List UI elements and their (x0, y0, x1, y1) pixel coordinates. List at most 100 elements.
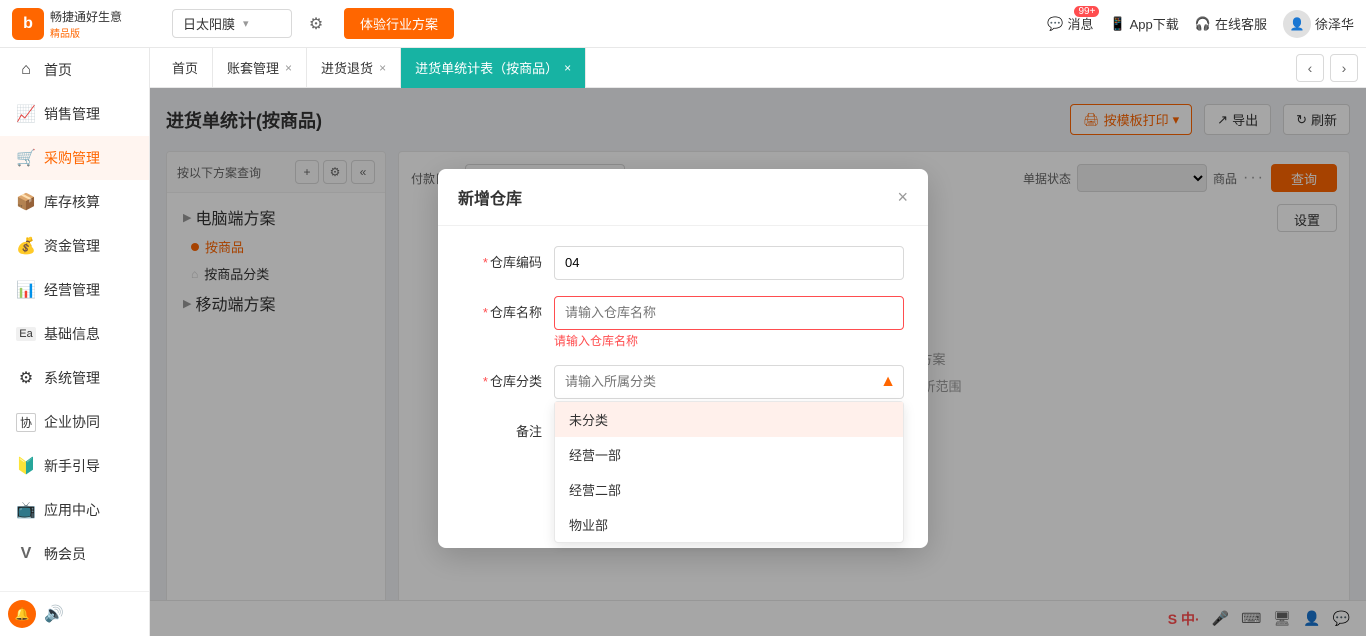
category-label: 仓库分类 (462, 365, 542, 390)
content-area: 首页 账套管理 × 进货退货 × 进货单统计表（按商品） × ‹ › (150, 48, 1366, 636)
category-field-row: 仓库分类 ▲ 未分类 经营一部 经营二部 物业部 (462, 365, 904, 399)
avatar: 👤 (1283, 10, 1311, 38)
tab-bar-right: ‹ › (1296, 54, 1358, 82)
sidebar-label-home: 首页 (44, 60, 72, 80)
main-layout: ⌂ 首页 📈 销售管理 🛒 采购管理 📦 库存核算 💰 资金管理 📊 经营管理 … (0, 48, 1366, 636)
sidebar-label-app-center: 应用中心 (44, 500, 100, 520)
dropdown-item-ops1[interactable]: 经营一部 (555, 437, 903, 472)
sidebar-item-basic-info[interactable]: Ea 基础信息 (0, 312, 149, 356)
tab-purchase-return-close[interactable]: × (379, 61, 386, 75)
sidebar-item-app-center[interactable]: 📺 应用中心 (0, 488, 149, 532)
sidebar-label-sales: 销售管理 (44, 104, 100, 124)
name-label: 仓库名称 (462, 296, 542, 321)
sidebar-bottom-icon[interactable]: 🔔 (8, 600, 36, 628)
headset-icon: 🎧 (1195, 16, 1211, 32)
inventory-icon: 📦 (16, 192, 36, 212)
dropdown-item-ops2[interactable]: 经营二部 (555, 472, 903, 507)
logo-area: b 畅捷通好生意 精品版 (12, 8, 162, 40)
sidebar-bottom-sound[interactable]: 🔊 (44, 604, 64, 624)
tab-purchase-stats[interactable]: 进货单统计表（按商品） × (401, 48, 586, 88)
category-toggle-icon[interactable]: ▲ (880, 373, 896, 391)
sidebar-item-finance[interactable]: 💰 资金管理 (0, 224, 149, 268)
remark-label: 备注 (462, 415, 542, 440)
user-item[interactable]: 👤 徐泽华 (1283, 10, 1354, 38)
tab-accounts-close[interactable]: × (285, 61, 292, 75)
trial-button[interactable]: 体验行业方案 (344, 8, 454, 39)
sidebar-label-purchase: 采购管理 (44, 148, 100, 168)
code-label: 仓库编码 (462, 246, 542, 271)
finance-icon: 💰 (16, 236, 36, 256)
sidebar-item-purchase[interactable]: 🛒 采购管理 (0, 136, 149, 180)
modal-body: 仓库编码 仓库名称 请输入仓库名称 (438, 226, 928, 485)
enterprise-icon: 协 (16, 413, 36, 432)
username-label: 徐泽华 (1315, 14, 1354, 33)
message-icon: 💬 (1047, 16, 1063, 32)
tab-purchase-return-label: 进货退货 (321, 58, 373, 77)
store-selector[interactable]: 日太阳膜 ▾ (172, 9, 292, 38)
customer-service-item[interactable]: 🎧 在线客服 (1195, 14, 1267, 33)
category-input-wrap: ▲ 未分类 经营一部 经营二部 物业部 (554, 365, 904, 399)
sidebar-bottom: 🔔 🔊 (0, 591, 149, 636)
header-right: 💬 消息 99+ 📱 App下载 🎧 在线客服 👤 徐泽华 (1047, 10, 1354, 38)
modal-title: 新增仓库 (458, 185, 522, 209)
message-item[interactable]: 💬 消息 99+ (1047, 14, 1093, 33)
code-input-wrap (554, 246, 904, 280)
sidebar-label-finance: 资金管理 (44, 236, 100, 256)
system-icon: ⚙ (16, 368, 36, 388)
name-field-row: 仓库名称 请输入仓库名称 (462, 296, 904, 349)
app-download-icon: 📱 (1109, 16, 1125, 32)
sales-icon: 📈 (16, 104, 36, 124)
app-download-item[interactable]: 📱 App下载 (1109, 14, 1178, 33)
logo-icon: b (12, 8, 44, 40)
sidebar-label-guide: 新手引导 (44, 456, 100, 476)
tab-next-icon[interactable]: › (1330, 54, 1358, 82)
sidebar-label-operations: 经营管理 (44, 280, 100, 300)
top-header: b 畅捷通好生意 精品版 日太阳膜 ▾ ⚙ 体验行业方案 💬 消息 99+ 📱 … (0, 0, 1366, 48)
guide-icon: 🔰 (16, 456, 36, 476)
modal-close-button[interactable]: × (897, 188, 908, 206)
page-content: 进货单统计(按商品) 🖨 按模板打印 ▾ ↗ 导出 ↻ 刷新 (150, 88, 1366, 636)
app-download-label: App下载 (1130, 14, 1179, 33)
sidebar-label-system: 系统管理 (44, 368, 100, 388)
sidebar-item-vip[interactable]: V 畅会员 (0, 532, 149, 576)
sidebar-item-sales[interactable]: 📈 销售管理 (0, 92, 149, 136)
category-dropdown: 未分类 经营一部 经营二部 物业部 (554, 401, 904, 543)
code-field-row: 仓库编码 (462, 246, 904, 280)
sidebar-label-vip: 畅会员 (44, 544, 86, 564)
tab-prev-icon[interactable]: ‹ (1296, 54, 1324, 82)
tab-purchase-stats-label: 进货单统计表（按商品） (415, 58, 558, 77)
sidebar-label-basic-info: 基础信息 (44, 324, 100, 344)
sidebar-item-inventory[interactable]: 📦 库存核算 (0, 180, 149, 224)
sidebar-label-inventory: 库存核算 (44, 192, 100, 212)
dropdown-item-uncategorized[interactable]: 未分类 (555, 402, 903, 437)
name-input[interactable] (554, 296, 904, 330)
settings-icon[interactable]: ⚙ (300, 8, 332, 40)
tab-home[interactable]: 首页 (158, 48, 213, 88)
tab-purchase-return[interactable]: 进货退货 × (307, 48, 401, 88)
code-input[interactable] (554, 246, 904, 280)
store-arrow: ▾ (243, 17, 249, 30)
sidebar-item-operations[interactable]: 📊 经营管理 (0, 268, 149, 312)
basic-info-icon: Ea (16, 327, 36, 341)
sidebar-item-enterprise[interactable]: 协 企业协同 (0, 400, 149, 444)
category-input[interactable] (554, 365, 904, 399)
app-center-icon: 📺 (16, 500, 36, 520)
tab-purchase-stats-close[interactable]: × (564, 61, 571, 75)
service-label: 在线客服 (1215, 14, 1267, 33)
home-icon: ⌂ (16, 61, 36, 79)
dropdown-item-property[interactable]: 物业部 (555, 507, 903, 542)
sidebar-item-system[interactable]: ⚙ 系统管理 (0, 356, 149, 400)
sidebar-item-home[interactable]: ⌂ 首页 (0, 48, 149, 92)
name-error-msg: 请输入仓库名称 (554, 332, 904, 349)
tab-home-label: 首页 (172, 58, 198, 77)
store-name: 日太阳膜 (183, 14, 235, 33)
operations-icon: 📊 (16, 280, 36, 300)
logo-text: 畅捷通好生意 精品版 (50, 8, 122, 40)
purchase-icon: 🛒 (16, 148, 36, 168)
vip-icon: V (16, 545, 36, 563)
tab-accounts[interactable]: 账套管理 × (213, 48, 307, 88)
modal-overlay: 新增仓库 × 仓库编码 仓库名称 (150, 88, 1366, 636)
sidebar-item-guide[interactable]: 🔰 新手引导 (0, 444, 149, 488)
name-input-wrap: 请输入仓库名称 (554, 296, 904, 349)
tab-accounts-label: 账套管理 (227, 58, 279, 77)
